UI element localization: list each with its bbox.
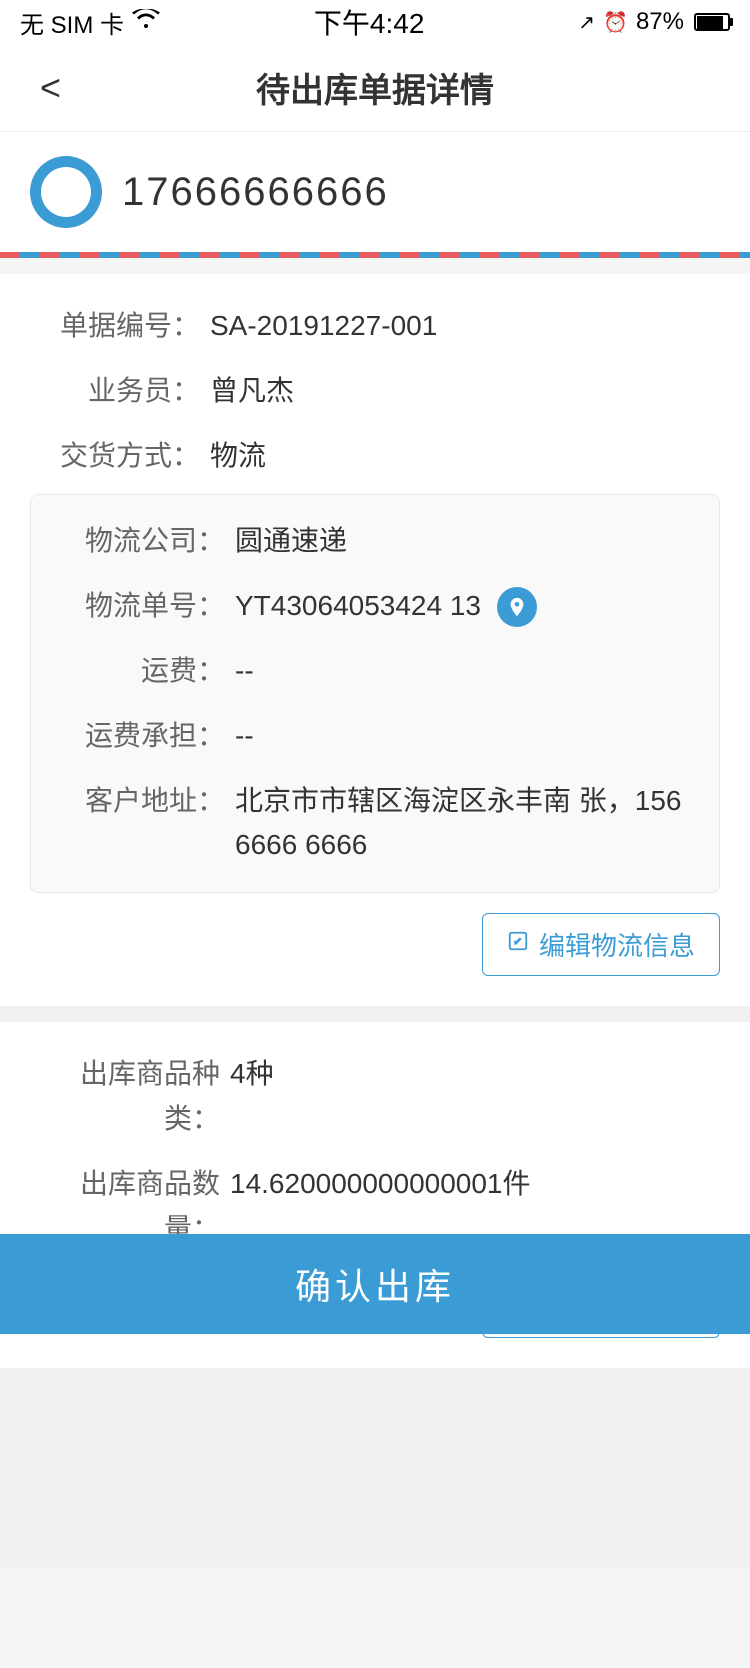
customer-header: 17666666666 (0, 132, 750, 252)
section-divider-2 (0, 1368, 750, 1568)
section-divider-1 (0, 1006, 750, 1022)
edit-icon (507, 930, 529, 959)
alarm-icon: ⏰ (603, 10, 628, 35)
goods-quantity-value: 14.620000000000001件 (230, 1162, 720, 1207)
back-button[interactable]: < (30, 57, 71, 119)
freight-bearer-value: -- (235, 714, 695, 759)
page-title: 待出库单据详情 (256, 63, 494, 112)
time-text: 下午4:42 (314, 2, 425, 42)
salesperson-label: 业务员： (30, 369, 210, 414)
logistics-tracking-label: 物流单号： (55, 584, 235, 629)
order-no-label: 单据编号： (30, 304, 210, 349)
logistics-company-value: 圆通速递 (235, 519, 695, 564)
avatar (30, 156, 102, 228)
address-label: 客户地址： (55, 779, 235, 824)
order-info-section: 单据编号： SA-20191227-001 业务员： 曾凡杰 交货方式： 物流 … (0, 274, 750, 1006)
confirm-outbound-label: 确认出库 (295, 1258, 455, 1310)
edit-logistics-button[interactable]: 编辑物流信息 (482, 913, 720, 976)
battery-text: 87% (636, 8, 684, 36)
battery-icon (694, 13, 730, 31)
edit-logistics-label: 编辑物流信息 (539, 926, 695, 963)
salesperson-value: 曾凡杰 (210, 369, 720, 414)
location-icon: ↗ (578, 10, 595, 35)
freight-value: -- (235, 649, 695, 694)
logistics-company-label: 物流公司： (55, 519, 235, 564)
delivery-label: 交货方式： (30, 434, 210, 479)
tracking-number: YT43064053424 13 (235, 584, 481, 629)
confirm-outbound-button[interactable]: 确认出库 (0, 1234, 750, 1334)
carrier-text: 无 SIM 卡 (20, 5, 124, 40)
address-value: 北京市市辖区海淀区永丰南 张，156 6666 6666 (235, 779, 695, 869)
freight-label: 运费： (55, 649, 235, 694)
goods-type-label: 出库商品种类： (30, 1052, 230, 1142)
freight-bearer-label: 运费承担： (55, 714, 235, 759)
location-pin-button[interactable] (497, 587, 537, 627)
delivery-value: 物流 (210, 434, 720, 479)
logistics-tracking-value: YT43064053424 13 (235, 584, 695, 629)
status-bar: 无 SIM 卡 下午4:42 ↗ ⏰ 87% (0, 0, 750, 44)
order-no-value: SA-20191227-001 (210, 304, 720, 349)
logistics-box: 物流公司： 圆通速递 物流单号： YT43064053424 13 运费： -- (30, 494, 720, 893)
customer-phone: 17666666666 (122, 170, 389, 215)
goods-type-value: 4种 (230, 1052, 720, 1097)
nav-bar: < 待出库单据详情 (0, 44, 750, 132)
wifi-icon (132, 8, 160, 36)
dashed-divider (0, 252, 750, 258)
